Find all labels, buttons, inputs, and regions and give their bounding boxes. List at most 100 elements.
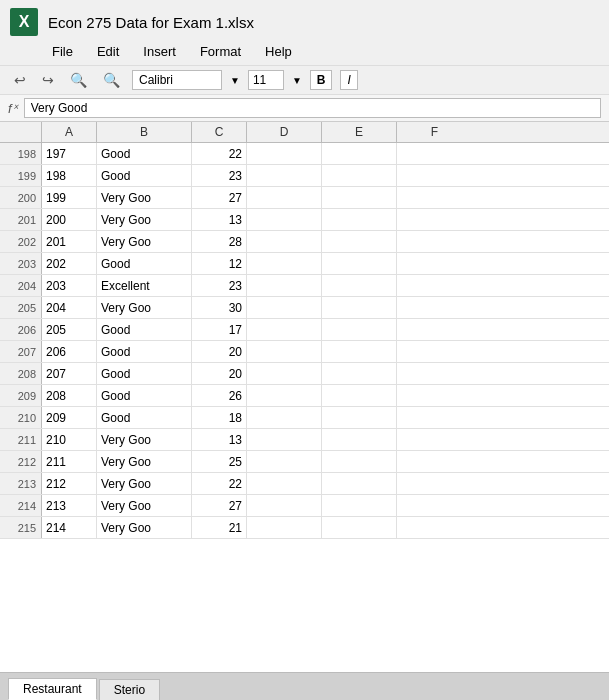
cell-f[interactable] — [397, 473, 472, 494]
cell-b[interactable]: Very Goo — [97, 231, 192, 252]
sheet-tab-sterio[interactable]: Sterio — [99, 679, 160, 700]
col-header-c[interactable]: C — [192, 122, 247, 142]
col-header-e[interactable]: E — [322, 122, 397, 142]
cell-b[interactable]: Very Goo — [97, 517, 192, 538]
cell-d[interactable] — [247, 143, 322, 164]
cell-f[interactable] — [397, 165, 472, 186]
cell-c[interactable]: 18 — [192, 407, 247, 428]
cell-c[interactable]: 30 — [192, 297, 247, 318]
cell-e[interactable] — [322, 451, 397, 472]
bold-button[interactable]: B — [310, 70, 333, 90]
cell-a[interactable]: 198 — [42, 165, 97, 186]
cell-a[interactable]: 211 — [42, 451, 97, 472]
cell-d[interactable] — [247, 407, 322, 428]
table-row[interactable]: 204 203 Excellent 23 — [0, 275, 609, 297]
cell-e[interactable] — [322, 143, 397, 164]
font-size-input[interactable] — [248, 70, 284, 90]
table-row[interactable]: 202 201 Very Goo 28 — [0, 231, 609, 253]
redo-button[interactable]: ↪ — [38, 70, 58, 90]
cell-e[interactable] — [322, 319, 397, 340]
cell-e[interactable] — [322, 253, 397, 274]
cell-f[interactable] — [397, 187, 472, 208]
cell-d[interactable] — [247, 275, 322, 296]
cell-b[interactable]: Good — [97, 407, 192, 428]
cell-b[interactable]: Good — [97, 319, 192, 340]
cell-b[interactable]: Very Goo — [97, 209, 192, 230]
cell-b[interactable]: Good — [97, 253, 192, 274]
cell-e[interactable] — [322, 363, 397, 384]
cell-e[interactable] — [322, 297, 397, 318]
table-row[interactable]: 198 197 Good 22 — [0, 143, 609, 165]
cell-b[interactable]: Very Goo — [97, 473, 192, 494]
search1-button[interactable]: 🔍 — [66, 70, 91, 90]
cell-b[interactable]: Good — [97, 363, 192, 384]
cell-a[interactable]: 201 — [42, 231, 97, 252]
cell-e[interactable] — [322, 495, 397, 516]
cell-e[interactable] — [322, 275, 397, 296]
cell-a[interactable]: 200 — [42, 209, 97, 230]
cell-a[interactable]: 212 — [42, 473, 97, 494]
cell-e[interactable] — [322, 517, 397, 538]
cell-f[interactable] — [397, 341, 472, 362]
table-row[interactable]: 213 212 Very Goo 22 — [0, 473, 609, 495]
cell-d[interactable] — [247, 429, 322, 450]
cell-b[interactable]: Very Goo — [97, 429, 192, 450]
cell-f[interactable] — [397, 253, 472, 274]
cell-d[interactable] — [247, 253, 322, 274]
cell-a[interactable]: 209 — [42, 407, 97, 428]
cell-c[interactable]: 20 — [192, 363, 247, 384]
table-row[interactable]: 207 206 Good 20 — [0, 341, 609, 363]
cell-b[interactable]: Excellent — [97, 275, 192, 296]
col-header-f[interactable]: F — [397, 122, 472, 142]
cell-c[interactable]: 12 — [192, 253, 247, 274]
cell-f[interactable] — [397, 495, 472, 516]
cell-e[interactable] — [322, 385, 397, 406]
cell-d[interactable] — [247, 297, 322, 318]
cell-e[interactable] — [322, 341, 397, 362]
col-header-b[interactable]: B — [97, 122, 192, 142]
cell-c[interactable]: 17 — [192, 319, 247, 340]
menu-file[interactable]: File — [48, 42, 77, 61]
cell-c[interactable]: 28 — [192, 231, 247, 252]
cell-f[interactable] — [397, 275, 472, 296]
cell-c[interactable]: 27 — [192, 187, 247, 208]
cell-a[interactable]: 207 — [42, 363, 97, 384]
font-dropdown-arrow[interactable]: ▼ — [230, 75, 240, 86]
cell-f[interactable] — [397, 517, 472, 538]
cell-b[interactable]: Good — [97, 143, 192, 164]
cell-c[interactable]: 27 — [192, 495, 247, 516]
font-name-input[interactable] — [132, 70, 222, 90]
cell-f[interactable] — [397, 363, 472, 384]
cell-d[interactable] — [247, 165, 322, 186]
font-size-dropdown-arrow[interactable]: ▼ — [292, 75, 302, 86]
cell-a[interactable]: 205 — [42, 319, 97, 340]
cell-c[interactable]: 25 — [192, 451, 247, 472]
cell-c[interactable]: 22 — [192, 143, 247, 164]
cell-a[interactable]: 208 — [42, 385, 97, 406]
cell-c[interactable]: 13 — [192, 429, 247, 450]
cell-b[interactable]: Good — [97, 165, 192, 186]
menu-insert[interactable]: Insert — [139, 42, 180, 61]
undo-button[interactable]: ↩ — [10, 70, 30, 90]
cell-c[interactable]: 23 — [192, 275, 247, 296]
cell-a[interactable]: 202 — [42, 253, 97, 274]
cell-e[interactable] — [322, 473, 397, 494]
cell-c[interactable]: 22 — [192, 473, 247, 494]
cell-f[interactable] — [397, 385, 472, 406]
col-header-d[interactable]: D — [247, 122, 322, 142]
table-row[interactable]: 212 211 Very Goo 25 — [0, 451, 609, 473]
cell-e[interactable] — [322, 231, 397, 252]
table-row[interactable]: 211 210 Very Goo 13 — [0, 429, 609, 451]
cell-b[interactable]: Very Goo — [97, 495, 192, 516]
cell-f[interactable] — [397, 297, 472, 318]
cell-a[interactable]: 204 — [42, 297, 97, 318]
cell-b[interactable]: Very Goo — [97, 297, 192, 318]
cell-c[interactable]: 23 — [192, 165, 247, 186]
menu-help[interactable]: Help — [261, 42, 296, 61]
cell-c[interactable]: 21 — [192, 517, 247, 538]
cell-f[interactable] — [397, 429, 472, 450]
cell-d[interactable] — [247, 473, 322, 494]
table-row[interactable]: 203 202 Good 12 — [0, 253, 609, 275]
cell-d[interactable] — [247, 231, 322, 252]
col-header-a[interactable]: A — [42, 122, 97, 142]
